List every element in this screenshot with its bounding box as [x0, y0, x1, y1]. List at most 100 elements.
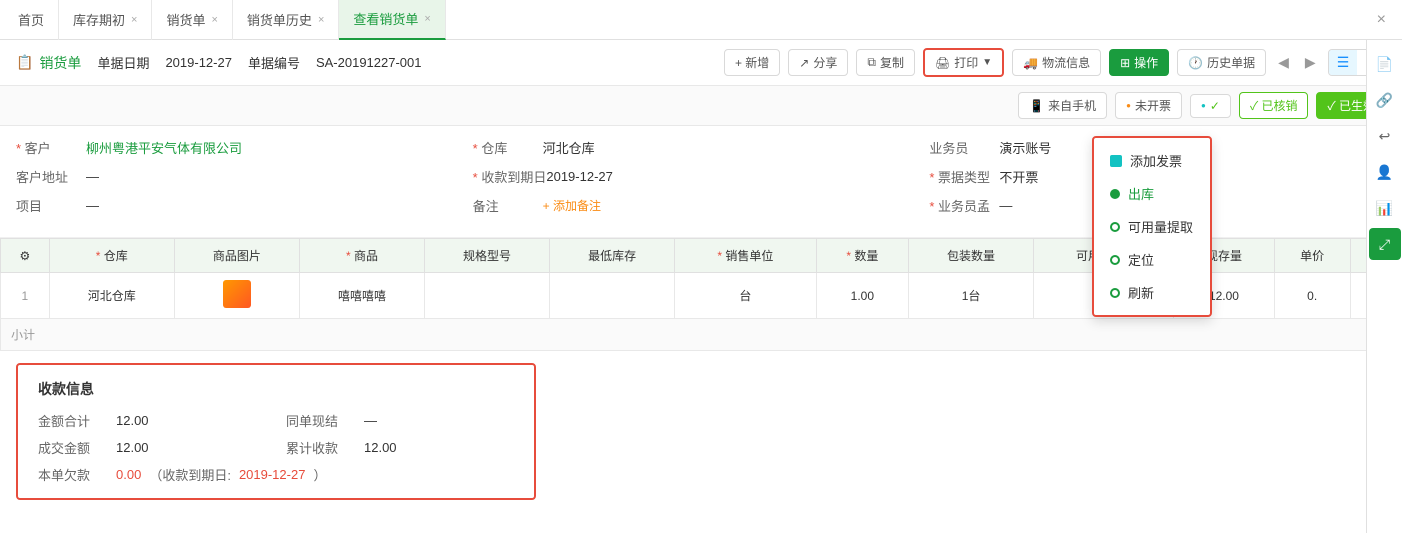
history-button[interactable]: 🕐 历史单据 [1177, 49, 1266, 76]
operation-dropdown: 添加发票 出库 可用量提取 定位 刷新 [1092, 136, 1212, 317]
note-label: 备注 [473, 196, 543, 215]
prev-button[interactable]: ◀ [1274, 52, 1293, 73]
tab-bar: 首页 库存期初 × 销货单 × 销货单历史 × 查看销货单 × × [0, 0, 1402, 40]
bottom-panel: 收款信息 金额合计 12.00 同单现结 — 成交金额 12.00 [0, 351, 1402, 512]
sidebar-chart-icon[interactable]: 📊 [1369, 192, 1401, 224]
salesperson2-label: 业务员孟 [929, 196, 999, 215]
row-unit-price: 0. [1274, 273, 1350, 319]
sidebar-expand-icon[interactable]: ⤢ [1369, 228, 1401, 260]
project-label: 项目 [16, 196, 86, 215]
logistics-icon: 🚚 [1023, 56, 1038, 70]
sidebar-user-icon[interactable]: 👤 [1369, 156, 1401, 188]
payment-date-label: 收款到期日 [473, 167, 547, 186]
history-icon: 🕐 [1188, 56, 1203, 70]
share-icon: ↗ [799, 56, 809, 70]
tab-home[interactable]: 首页 [8, 0, 59, 40]
col-pack-qty: 包装数量 [908, 239, 1033, 273]
copy-icon: ⧉ [867, 55, 876, 70]
cumulative-collection-label: 累计收款 [286, 438, 356, 457]
transaction-amount-row: 成交金额 12.00 [38, 438, 266, 457]
print-button[interactable]: 🖨 打印 ▼ [923, 48, 1004, 77]
row-spec [425, 273, 550, 319]
due-date-value: 2019-12-27 [239, 467, 306, 482]
warehouse-value: 河北仓库 [543, 138, 930, 157]
col-unit-price: 单价 [1274, 239, 1350, 273]
subtotal-label: 小计 [1, 319, 1402, 351]
total-amount-label: 金额合计 [38, 411, 108, 430]
close-window-button[interactable]: × [1377, 11, 1386, 29]
customer-address-label: 客户地址 [16, 167, 86, 186]
cancelled-status: ✓ 已核销 [1239, 92, 1309, 119]
dropdown-locate[interactable]: 定位 [1094, 243, 1210, 276]
toolbar-right: + 新增 ↗ 分享 ⧉ 复制 🖨 打印 ▼ 🚚 物流信息 [724, 48, 1386, 77]
same-order-label: 同单现结 [286, 411, 356, 430]
logistics-button[interactable]: 🚚 物流信息 [1012, 49, 1101, 76]
list-view-button[interactable]: ☰ [1329, 50, 1358, 75]
close-tab-sales-order[interactable]: × [211, 14, 217, 26]
right-sidebar: 📄 🔗 ↩ 👤 📊 ⤢ [1366, 40, 1402, 533]
dropdown-available-qty[interactable]: 可用量提取 [1094, 210, 1210, 243]
sidebar-undo-icon[interactable]: ↩ [1369, 120, 1401, 152]
row-product-name: 嘻嘻嘻嘻 [299, 273, 424, 319]
row-unit: 台 [675, 273, 817, 319]
close-tab-initial-inventory[interactable]: × [131, 14, 137, 26]
close-tab-view-sales[interactable]: × [424, 13, 430, 25]
customer-value[interactable]: 柳州粤港平安气体有限公司 [86, 138, 473, 157]
cumulative-collection-row: 累计收款 12.00 [286, 438, 514, 457]
same-order-value: — [364, 413, 377, 428]
check-icon: ✓ [1210, 99, 1220, 113]
copy-button[interactable]: ⧉ 复制 [856, 49, 915, 76]
project-value: — [86, 198, 473, 213]
transaction-amount-label: 成交金额 [38, 438, 108, 457]
add-invoice-icon [1110, 155, 1122, 167]
row-qty: 1.00 [816, 273, 908, 319]
note-field: 备注 + 添加备注 [473, 196, 930, 215]
number-value: SA-20191227-001 [316, 55, 422, 70]
confirm-button[interactable]: ✓ [1190, 94, 1231, 118]
sidebar-link-icon[interactable]: 🔗 [1369, 84, 1401, 116]
row-min-stock [550, 273, 675, 319]
payment-info-title: 收款信息 [38, 379, 514, 399]
current-arrears-label: 本单欠款 [38, 465, 108, 484]
dropdown-refresh[interactable]: 刷新 [1094, 276, 1210, 309]
add-note-button[interactable]: + 添加备注 [543, 197, 601, 214]
date-value: 2019-12-27 [165, 55, 232, 70]
current-arrears-value: 0.00 [116, 467, 141, 482]
customer-label: 客户 [16, 138, 86, 157]
dropdown-add-invoice[interactable]: 添加发票 [1094, 144, 1210, 177]
cumulative-collection-value: 12.00 [364, 440, 397, 455]
row-num: 1 [1, 273, 50, 319]
dropdown-outbound[interactable]: 出库 [1094, 177, 1210, 210]
tab-sales-history[interactable]: 销货单历史 × [233, 0, 339, 40]
total-amount-value: 12.00 [116, 413, 149, 428]
operation-icon: ⊞ [1120, 56, 1130, 70]
due-date-note: （收款到期日: [149, 465, 231, 484]
tab-sales-order[interactable]: 销货单 × [152, 0, 232, 40]
customer-address-field: 客户地址 — [16, 167, 473, 186]
col-settings[interactable]: ⚙ [1, 239, 50, 273]
due-date-end: ） [313, 465, 383, 484]
print-icon: 🖨 [935, 56, 950, 70]
close-tab-sales-history[interactable]: × [318, 14, 324, 26]
tab-view-sales[interactable]: 查看销货单 × [339, 0, 445, 40]
outbound-icon [1110, 189, 1120, 199]
share-button[interactable]: ↗ 分享 [788, 49, 848, 76]
next-button[interactable]: ▶ [1301, 52, 1320, 73]
from-phone-button[interactable]: 📱 来自手机 [1018, 92, 1107, 119]
available-qty-icon [1110, 222, 1120, 232]
customer-field: 客户 柳州粤港平安气体有限公司 [16, 138, 473, 157]
current-arrears-row: 本单欠款 0.00 （收款到期日: 2019-12-27 ） [38, 465, 514, 484]
sidebar-doc-icon[interactable]: 📄 [1369, 48, 1401, 80]
sub-toolbar: 📱 来自手机 未开票 ✓ ✓ 已核销 ✓ 已生效 [0, 86, 1402, 126]
refresh-icon [1110, 288, 1120, 298]
new-button[interactable]: + 新增 [724, 49, 780, 76]
doc-type-label: 📋 销货单 [16, 53, 81, 73]
row-warehouse: 河北仓库 [49, 273, 174, 319]
payment-grid: 金额合计 12.00 同单现结 — 成交金额 12.00 累计收款 12.00 [38, 411, 514, 484]
operation-button[interactable]: ⊞ 操作 [1109, 49, 1169, 76]
col-unit: * 销售单位 [675, 239, 817, 273]
tab-initial-inventory[interactable]: 库存期初 × [59, 0, 152, 40]
not-opened-button[interactable]: 未开票 [1115, 92, 1182, 119]
salesperson-label: 业务员 [929, 138, 999, 157]
warehouse-label: 仓库 [473, 138, 543, 157]
